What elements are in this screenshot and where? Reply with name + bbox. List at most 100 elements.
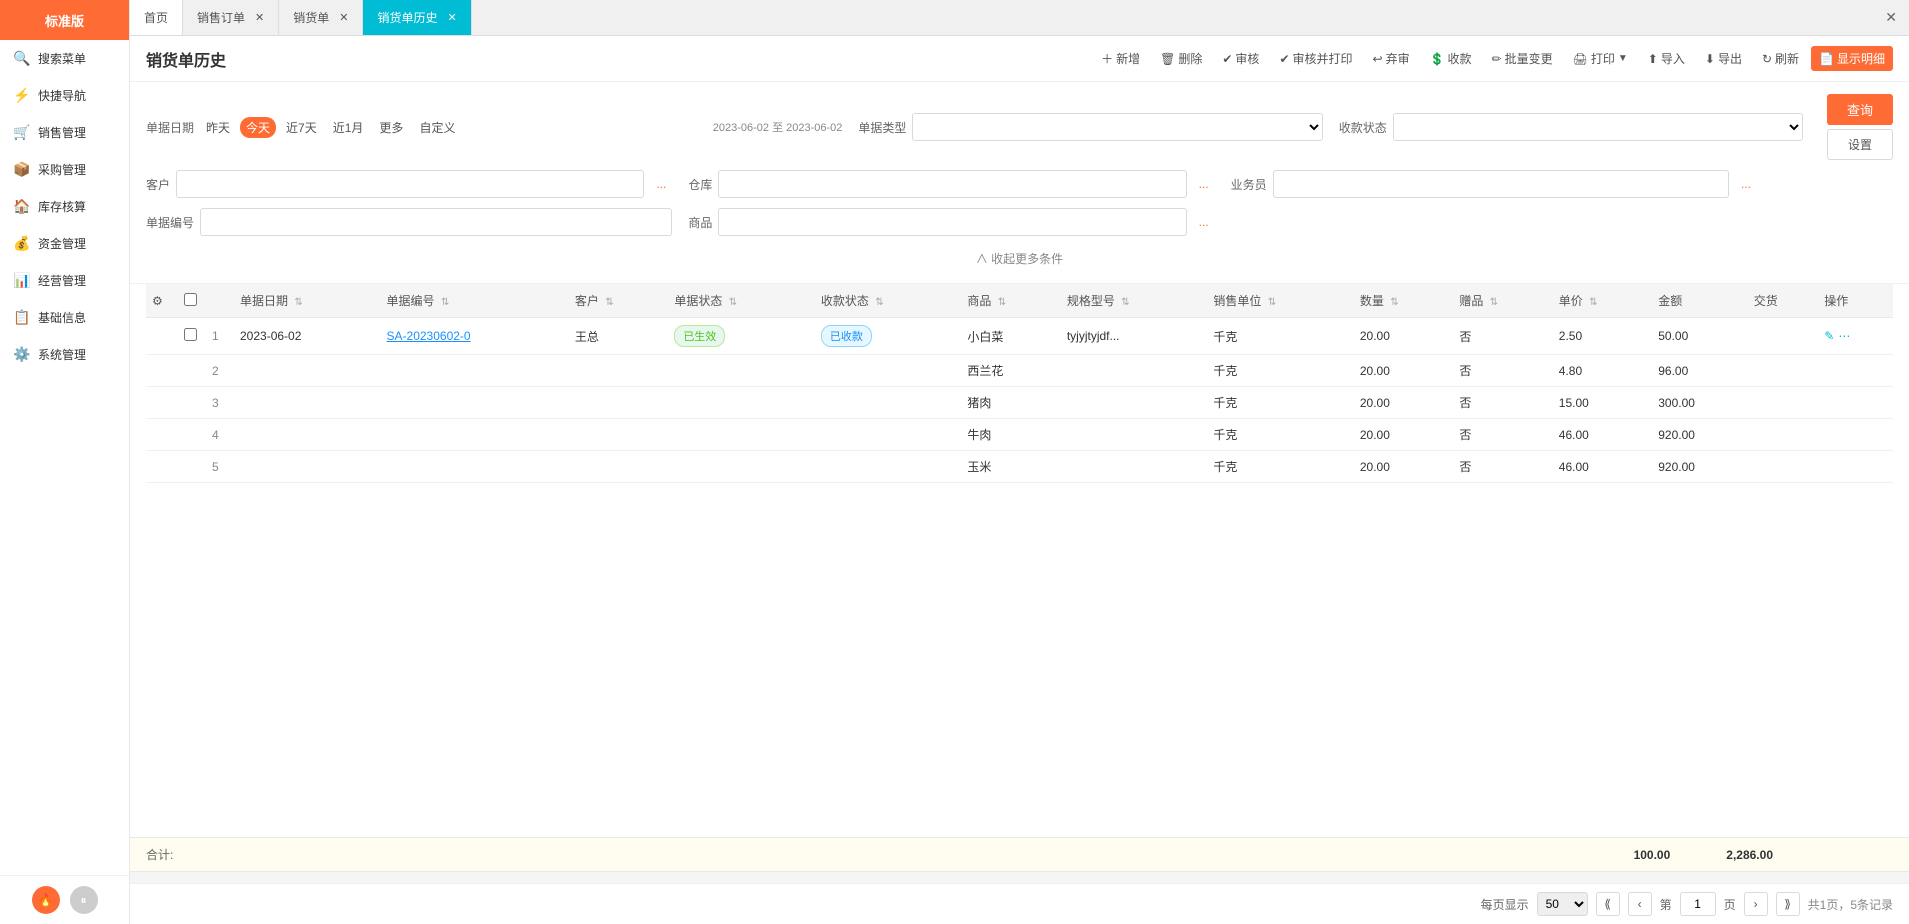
doc-no-input[interactable] [200, 208, 672, 236]
tab-home-label: 首页 [144, 9, 168, 26]
import-button[interactable]: ⬆ 导入 [1640, 46, 1693, 71]
row-unit: 千克 [1207, 451, 1354, 483]
col-action: 操作 [1818, 284, 1893, 318]
audit-button[interactable]: ✔ 审核 [1214, 46, 1267, 71]
sidebar-bottom-btn1[interactable]: 🔥 [32, 886, 60, 914]
col-customer[interactable]: 客户 ⇅ [569, 284, 668, 318]
sidebar-item-inventory[interactable]: 🏠 库存核算 [0, 188, 129, 225]
page-last-button[interactable]: ⟫ [1776, 892, 1800, 916]
goods-input[interactable] [718, 208, 1186, 236]
tab-history[interactable]: 销货单历史 ✕ [363, 0, 471, 35]
row-unit: 千克 [1207, 387, 1354, 419]
page-next-button[interactable]: › [1744, 892, 1768, 916]
col-unit[interactable]: 销售单位 ⇅ [1207, 284, 1354, 318]
doc-no-link[interactable]: SA-20230602-0 [387, 329, 471, 343]
col-gift[interactable]: 赠品 ⇅ [1453, 284, 1552, 318]
row-checkbox[interactable] [184, 328, 197, 341]
date-btn-7days[interactable]: 近7天 [280, 117, 323, 138]
col-num [206, 284, 234, 318]
warehouse-input[interactable] [718, 170, 1186, 198]
delete-button[interactable]: 🗑 删除 [1152, 46, 1210, 71]
tab-history-close[interactable]: ✕ [448, 11, 457, 24]
date-btn-today[interactable]: 今天 [240, 117, 276, 138]
col-gift-label: 赠品 [1459, 294, 1483, 308]
row-spec [1061, 355, 1208, 387]
page-prev-button[interactable]: ‹ [1628, 892, 1652, 916]
page-first-button[interactable]: ⟪ [1596, 892, 1620, 916]
row-more-button[interactable]: ⋯ [1838, 329, 1850, 343]
sidebar-item-operation[interactable]: 📊 经营管理 [0, 262, 129, 299]
sidebar-item-basic-info[interactable]: 📋 基础信息 [0, 299, 129, 336]
summary-qty: 100.00 [1634, 848, 1671, 862]
col-date[interactable]: 单据日期 ⇅ [234, 284, 381, 318]
col-doc-no[interactable]: 单据编号 ⇅ [381, 284, 569, 318]
sidebar-item-system[interactable]: ⚙️ 系统管理 [0, 336, 129, 373]
sidebar-bottom-btn2[interactable]: ⏸ [70, 886, 98, 914]
col-doc-status[interactable]: 单据状态 ⇅ [668, 284, 815, 318]
collect-button[interactable]: 💲 收款 [1422, 46, 1480, 71]
col-collect-status[interactable]: 收款状态 ⇅ [815, 284, 962, 318]
date-btn-yesterday[interactable]: 昨天 [200, 117, 236, 138]
select-all-checkbox[interactable] [184, 293, 197, 306]
refresh-button[interactable]: ↻ 刷新 [1754, 46, 1807, 71]
customer-ellipsis[interactable]: ... [650, 177, 672, 191]
collect-status-select[interactable] [1393, 113, 1803, 141]
query-button[interactable]: 查询 [1827, 94, 1893, 125]
row-spec [1061, 419, 1208, 451]
sidebar-item-purchase-mgmt[interactable]: 📦 采购管理 [0, 151, 129, 188]
filter-collapse[interactable]: ∧ 收起更多条件 [146, 246, 1893, 271]
tab-invoice-label: 销货单 [293, 9, 329, 26]
date-btn-more[interactable]: 更多 [373, 117, 409, 138]
sidebar-item-finance[interactable]: 💰 资金管理 [0, 225, 129, 262]
row-customer [569, 387, 668, 419]
row-price: 46.00 [1553, 419, 1652, 451]
sidebar-item-search-menu[interactable]: 🔍 搜索菜单 [0, 40, 129, 77]
data-table: ⚙ 单据日期 ⇅ 单据编号 ⇅ [146, 284, 1893, 483]
row-date [234, 355, 381, 387]
collect-label: 收款 [1448, 50, 1472, 67]
staff-ellipsis[interactable]: ... [1735, 177, 1757, 191]
tab-home[interactable]: 首页 [130, 0, 183, 35]
col-spec[interactable]: 规格型号 ⇅ [1061, 284, 1208, 318]
row-unit: 千克 [1207, 318, 1354, 355]
show-detail-button[interactable]: 📄 显示明细 [1811, 46, 1893, 71]
col-price[interactable]: 单价 ⇅ [1553, 284, 1652, 318]
row-collect-status [815, 355, 962, 387]
warehouse-ellipsis[interactable]: ... [1193, 177, 1215, 191]
customer-input[interactable] [176, 170, 644, 198]
per-page-select[interactable]: 50100200 [1537, 892, 1588, 916]
row-edit-button[interactable]: ✎ [1824, 329, 1834, 343]
batch-change-button[interactable]: ✏ 批量变更 [1484, 46, 1561, 71]
row-trade [1748, 387, 1819, 419]
page-number-input[interactable] [1680, 892, 1716, 916]
sidebar-item-quick-nav[interactable]: ⚡ 快捷导航 [0, 77, 129, 114]
settings-button[interactable]: 设置 [1827, 129, 1893, 160]
staff-input[interactable] [1273, 170, 1729, 198]
col-date-label: 单据日期 [240, 294, 288, 308]
new-icon: ＋ [1101, 50, 1113, 67]
tab-invoice-close[interactable]: ✕ [339, 11, 348, 24]
tab-sales-order-close[interactable]: ✕ [255, 11, 264, 24]
doc-type-select[interactable] [912, 113, 1322, 141]
col-gear[interactable]: ⚙ [146, 284, 178, 318]
col-unit-sort-icon: ⇅ [1268, 297, 1276, 308]
row-date: 2023-06-02 [234, 318, 381, 355]
date-btn-custom[interactable]: 自定义 [413, 117, 461, 138]
row-doc-no[interactable]: SA-20230602-0 [381, 318, 569, 355]
col-goods[interactable]: 商品 ⇅ [961, 284, 1060, 318]
goods-ellipsis[interactable]: ... [1193, 215, 1215, 229]
tab-invoice[interactable]: 销货单 ✕ [279, 0, 363, 35]
horizontal-scrollbar[interactable] [130, 871, 1909, 883]
export-button[interactable]: ⬇ 导出 [1697, 46, 1750, 71]
audit-print-button[interactable]: ✔ 审核并打印 [1271, 46, 1360, 71]
export-label: 导出 [1718, 50, 1742, 67]
date-btn-1month[interactable]: 近1月 [327, 117, 370, 138]
tab-bar-close-all[interactable]: ✕ [1873, 9, 1909, 26]
print-button[interactable]: 🖨 打印 ▼ [1565, 46, 1636, 71]
tab-sales-order[interactable]: 销售订单 ✕ [183, 0, 279, 35]
col-qty[interactable]: 数量 ⇅ [1354, 284, 1453, 318]
new-button[interactable]: ＋ 新增 [1093, 46, 1148, 71]
abandon-button[interactable]: ↩ 弃审 [1365, 46, 1418, 71]
abandon-label: 弃审 [1386, 50, 1410, 67]
sidebar-item-sales-mgmt[interactable]: 🛒 销售管理 [0, 114, 129, 151]
